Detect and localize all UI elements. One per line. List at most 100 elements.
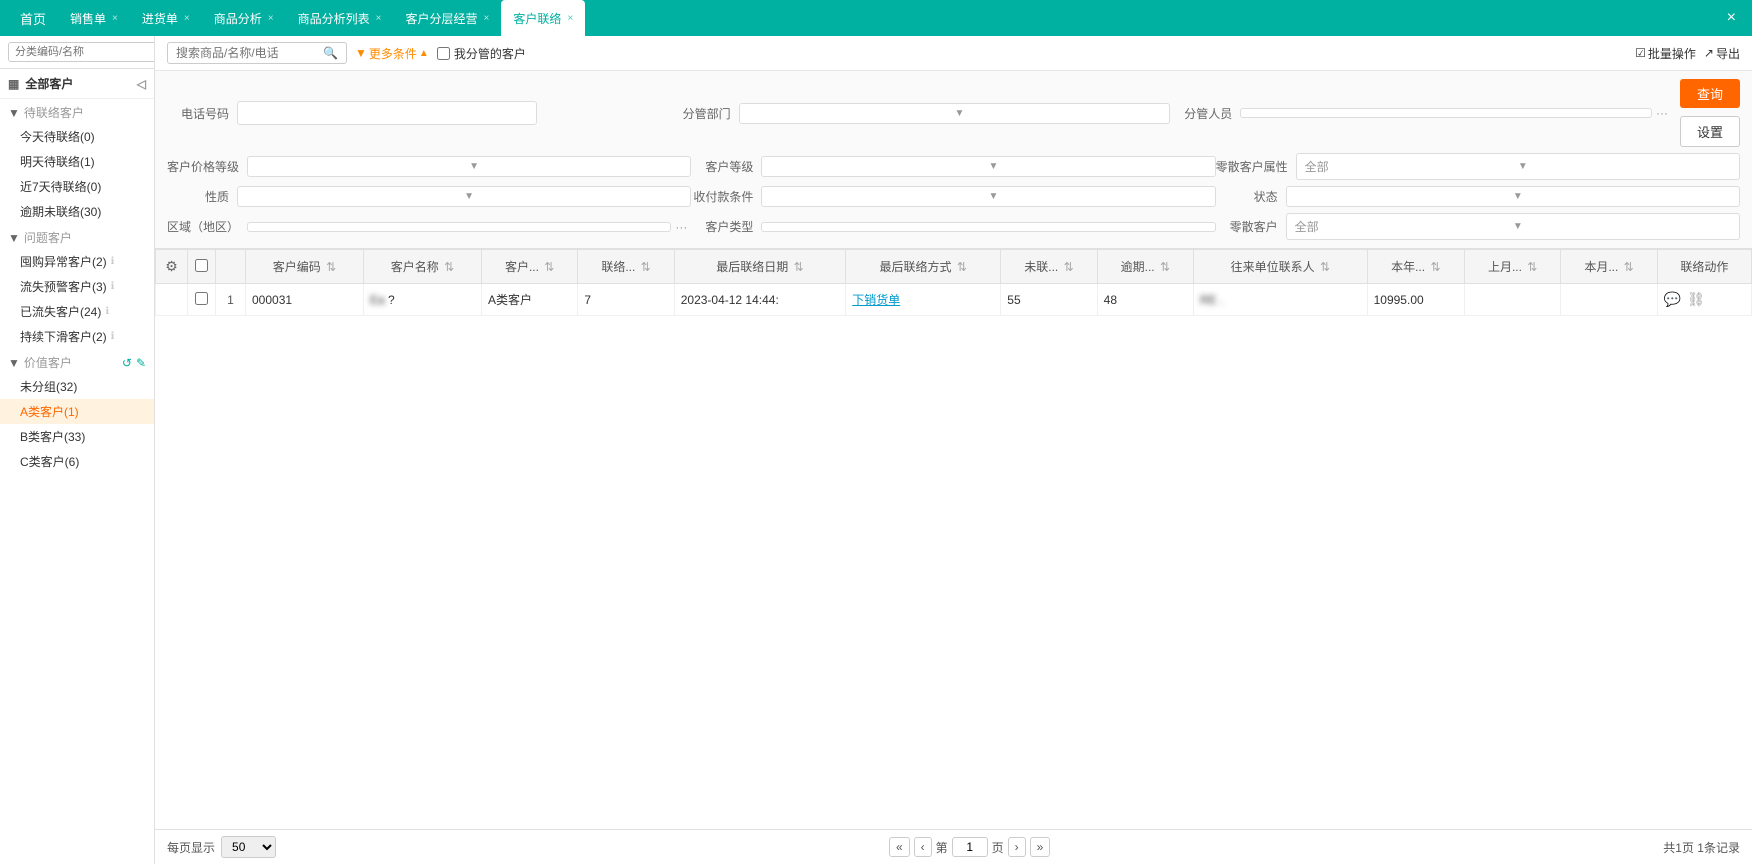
- nav-tab-analysis-list[interactable]: 商品分析列表 ×: [286, 0, 394, 36]
- close-contact-tab[interactable]: ×: [567, 13, 573, 24]
- nav-tab-sales[interactable]: 销售单 ×: [58, 0, 130, 36]
- sort-this-month[interactable]: ⇅: [1624, 260, 1634, 274]
- sidebar-item-abnormal[interactable]: 囤购异常客户(2) ℹ: [0, 249, 154, 274]
- close-segment-tab[interactable]: ×: [483, 13, 489, 24]
- nav-tab-customer-segment[interactable]: 客户分层经营 ×: [393, 0, 501, 36]
- sort-code[interactable]: ⇅: [326, 260, 336, 274]
- select-all-checkbox[interactable]: [195, 259, 208, 272]
- sidebar-item-tomorrow[interactable]: 明天待联络(1): [0, 149, 154, 174]
- dept-select[interactable]: ▼: [739, 103, 1171, 124]
- row-action-cell: 💬 ⛓: [1657, 284, 1751, 316]
- region-select[interactable]: [247, 222, 671, 232]
- chat-action-icon[interactable]: 💬: [1664, 291, 1681, 308]
- set-button[interactable]: 设置: [1680, 116, 1740, 147]
- sort-last-method[interactable]: ⇅: [957, 260, 967, 274]
- batch-op-btn[interactable]: ☑ 批量操作: [1635, 45, 1696, 62]
- row-customer-type: A类客户: [481, 284, 577, 316]
- sort-last-date[interactable]: ⇅: [794, 260, 804, 274]
- status-caret: ▼: [1513, 191, 1731, 202]
- collapse-sidebar-icon[interactable]: ◁: [137, 77, 146, 91]
- group-label-value[interactable]: ▼ 价值客户 ↺ ✎: [0, 349, 154, 374]
- person-select[interactable]: [1240, 108, 1652, 118]
- customer-name-suffix: ?: [388, 293, 395, 307]
- row-this-month: [1561, 284, 1657, 316]
- table-wrap: ⚙ 客户编码 ⇅ 客户名称 ⇅: [155, 249, 1752, 829]
- adv-field-region: 区域（地区） ···: [167, 218, 691, 235]
- page-input[interactable]: [952, 837, 988, 857]
- sidebar-item-today[interactable]: 今天待联络(0): [0, 124, 154, 149]
- adv-field-dept: 分管部门 ▼: [669, 103, 1171, 124]
- sidebar-item-overdue[interactable]: 逾期未联络(30): [0, 199, 154, 224]
- last-method-link[interactable]: 下销货单: [852, 293, 900, 307]
- sidebar-item-declining[interactable]: 持续下滑客户(2) ℹ: [0, 324, 154, 349]
- sort-ctype[interactable]: ⇅: [544, 260, 554, 274]
- edit-value-icon[interactable]: ✎: [136, 356, 146, 370]
- nav-tab-purchase[interactable]: 进货单 ×: [130, 0, 202, 36]
- sidebar-item-b-class[interactable]: B类客户(33): [0, 424, 154, 449]
- retail-attr-select[interactable]: 全部 ▼: [1296, 153, 1740, 180]
- phone-input[interactable]: [237, 101, 537, 125]
- region-more-dots[interactable]: ···: [671, 220, 691, 234]
- close-purchase-tab[interactable]: ×: [184, 13, 190, 24]
- nav-home[interactable]: 首页: [8, 9, 58, 28]
- retail-customer-select[interactable]: 全部 ▼: [1286, 213, 1740, 240]
- close-analysis-list-tab[interactable]: ×: [376, 13, 382, 24]
- prev-page-btn[interactable]: ‹: [914, 837, 932, 857]
- close-analysis-tab[interactable]: ×: [268, 13, 274, 24]
- sidebar-search-wrap: 🔍: [0, 36, 154, 69]
- col-settings: ⚙: [156, 250, 188, 284]
- next-page-btn[interactable]: ›: [1008, 837, 1026, 857]
- person-more-dots[interactable]: ···: [1652, 106, 1672, 120]
- first-page-btn[interactable]: «: [889, 837, 910, 857]
- action-icons: 💬 ⛓: [1664, 291, 1745, 308]
- filter-more-btn[interactable]: ▼ 更多条件 ▲: [355, 45, 429, 62]
- sort-last-month[interactable]: ⇅: [1527, 260, 1537, 274]
- nav-tab-analysis[interactable]: 商品分析 ×: [202, 0, 286, 36]
- sidebar-item-7days[interactable]: 近7天待联络(0): [0, 174, 154, 199]
- my-customers-checkbox[interactable]: [437, 47, 450, 60]
- sidebar-search-input[interactable]: [8, 42, 155, 62]
- close-all-tabs[interactable]: ×: [1719, 9, 1744, 27]
- close-sales-tab[interactable]: ×: [112, 13, 118, 24]
- sort-this-year[interactable]: ⇅: [1430, 260, 1440, 274]
- sidebar-item-a-class[interactable]: A类客户(1): [0, 399, 154, 424]
- export-btn[interactable]: ↗ 导出: [1704, 45, 1740, 62]
- col-index: [216, 250, 246, 284]
- table-settings-btn[interactable]: ⚙: [165, 258, 178, 275]
- status-select[interactable]: ▼: [1286, 186, 1740, 207]
- price-level-select[interactable]: ▼: [247, 156, 691, 177]
- sidebar-item-c-class[interactable]: C类客户(6): [0, 449, 154, 474]
- sidebar-item-ungraded[interactable]: 未分组(32): [0, 374, 154, 399]
- filter-icon: ▼: [355, 46, 367, 60]
- my-customers-checkbox-wrap[interactable]: 我分管的客户: [437, 45, 526, 62]
- col-last-method: 最后联络方式 ⇅: [846, 250, 1001, 284]
- total-info: 共1页 1条记录: [1663, 839, 1740, 856]
- nav-tab-customer-contact[interactable]: 客户联络 ×: [501, 0, 585, 36]
- group-label-pending[interactable]: ▼ 待联络客户: [0, 99, 154, 124]
- link-action-icon[interactable]: ⛓: [1687, 291, 1705, 308]
- advanced-filter: 电话号码 分管部门 ▼ 分管人员 ··· 查询: [155, 71, 1752, 249]
- export-icon: ↗: [1704, 46, 1714, 60]
- payment-select[interactable]: ▼: [761, 186, 1215, 207]
- sort-name[interactable]: ⇅: [444, 260, 454, 274]
- sort-no-contact[interactable]: ⇅: [1064, 260, 1074, 274]
- page-size-select[interactable]: 50 20 100: [221, 836, 276, 858]
- refresh-icon[interactable]: ↺: [122, 356, 132, 370]
- filter-search-icon[interactable]: 🔍: [323, 46, 338, 60]
- last-page-btn[interactable]: »: [1030, 837, 1051, 857]
- sort-contact-person[interactable]: ⇅: [1320, 260, 1330, 274]
- filter-search-input[interactable]: [176, 46, 319, 60]
- sidebar-item-churned[interactable]: 已流失客户(24) ℹ: [0, 299, 154, 324]
- group-label-problem[interactable]: ▼ 问题客户: [0, 224, 154, 249]
- query-button[interactable]: 查询: [1680, 79, 1740, 108]
- customer-level-select[interactable]: ▼: [761, 156, 1215, 177]
- sort-contacts[interactable]: ⇅: [641, 260, 651, 274]
- row-checkbox[interactable]: [195, 292, 208, 305]
- nature-select[interactable]: ▼: [237, 186, 691, 207]
- col-contact-person: 往来单位联系人 ⇅: [1194, 250, 1368, 284]
- sidebar-item-churn-warn[interactable]: 流失预警客户(3) ℹ: [0, 274, 154, 299]
- customer-type-select[interactable]: [761, 222, 1215, 232]
- sort-overdue[interactable]: ⇅: [1160, 260, 1170, 274]
- adv-row-2: 客户价格等级 ▼ 客户等级 ▼ 零散客户属性 全部 ▼: [167, 153, 1740, 180]
- more-caret: ▲: [419, 48, 429, 59]
